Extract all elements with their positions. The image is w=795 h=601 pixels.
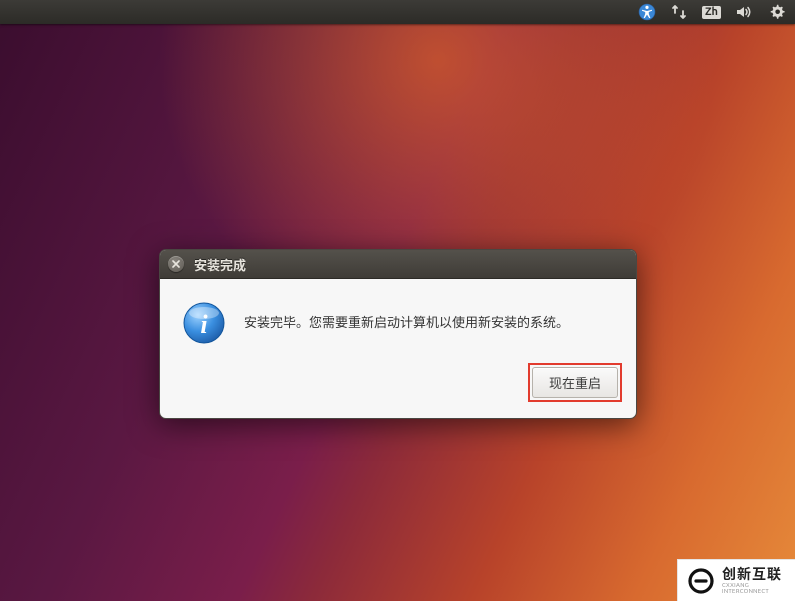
accessibility-indicator[interactable] [638, 3, 656, 21]
accessibility-icon [638, 3, 656, 21]
dialog-title: 安装完成 [194, 255, 246, 274]
watermark-logo-icon [686, 566, 716, 596]
watermark: 创新互联 CXXIANG INTERCONNECT [677, 559, 795, 601]
ime-badge: Zh [702, 6, 721, 19]
install-complete-dialog: 安装完成 i 安装完毕。您需要重新启动计算机以使用新安 [159, 249, 637, 419]
desktop-background: Zh 安装完成 [0, 0, 795, 601]
network-indicator[interactable] [670, 4, 688, 20]
input-method-indicator[interactable]: Zh [702, 6, 721, 19]
system-indicator[interactable] [769, 4, 785, 20]
restart-now-button[interactable]: 现在重启 [532, 367, 618, 398]
gear-icon [769, 4, 785, 20]
watermark-brand-en: CXXIANG INTERCONNECT [722, 583, 787, 595]
dialog-content: i 安装完毕。您需要重新启动计算机以使用新安装的系统。 [160, 279, 636, 357]
dialog-titlebar[interactable]: 安装完成 [160, 250, 636, 279]
top-menu-bar: Zh [0, 0, 795, 24]
svg-text:i: i [200, 310, 208, 339]
watermark-text: 创新互联 CXXIANG INTERCONNECT [722, 567, 787, 595]
close-button[interactable] [168, 256, 184, 272]
watermark-brand-cn: 创新互联 [722, 567, 787, 581]
volume-icon [735, 4, 755, 20]
info-icon: i [182, 301, 226, 345]
network-icon [670, 4, 688, 20]
close-icon [172, 260, 180, 268]
dialog-message: 安装完毕。您需要重新启动计算机以使用新安装的系统。 [244, 314, 569, 332]
dialog-button-row: 现在重启 [160, 357, 636, 418]
sound-indicator[interactable] [735, 4, 755, 20]
restart-highlight: 现在重启 [528, 363, 622, 402]
